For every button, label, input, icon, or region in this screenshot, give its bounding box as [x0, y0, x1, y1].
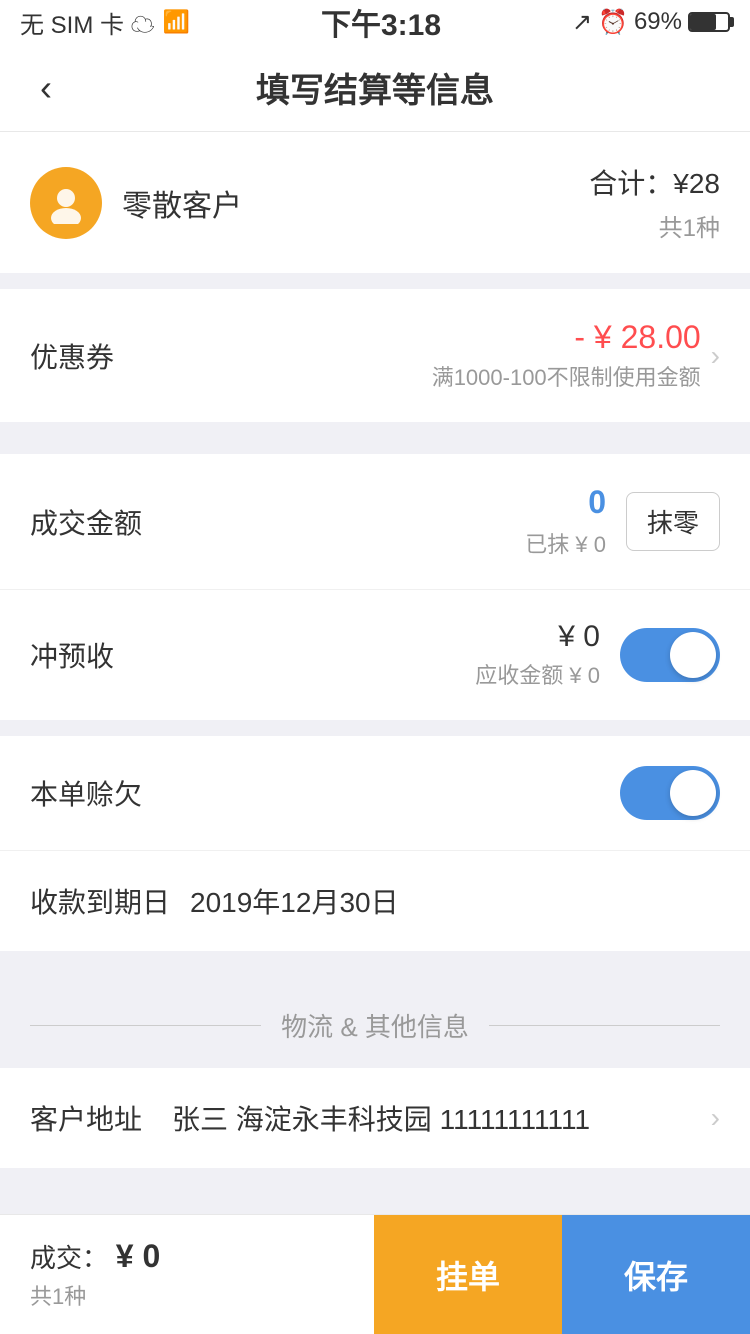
- bottom-left: 成交： ¥ 0 共1种: [0, 1238, 374, 1311]
- customer-total: 合计：¥28: [589, 162, 720, 202]
- bottom-deal-row: 成交： ¥ 0: [30, 1238, 344, 1275]
- due-date-value: 2019年12月30日: [190, 881, 399, 921]
- due-date-label: 收款到期日: [30, 881, 170, 921]
- divider-3: [0, 951, 750, 967]
- address-value: 张三 海淀永丰科技园 11111111111: [172, 1098, 711, 1138]
- chevron-right-icon: ›: [711, 340, 720, 372]
- nav-title: 填写结算等信息: [256, 63, 494, 112]
- amount-label: 成交金额: [30, 502, 142, 542]
- logistics-line-left: [30, 1025, 261, 1026]
- round-zero-button[interactable]: 抹零: [626, 492, 720, 551]
- logistics-header: 物流 & 其他信息: [0, 983, 750, 1068]
- status-left: 无 SIM 卡 ☁ 📶: [20, 5, 190, 40]
- customer-row: 零散客户 合计：¥28 共1种: [0, 132, 750, 273]
- amount-value: 0: [525, 484, 606, 521]
- bottom-count: 共1种: [30, 1279, 344, 1311]
- debt-toggle-knob: [670, 770, 716, 816]
- amount-right: 0 已抹 ¥ 0 抹零: [525, 484, 720, 559]
- battery-icon: [688, 12, 730, 32]
- wifi-icon: 📶: [163, 9, 190, 35]
- prepay-amount-wrapper: ¥ 0 应收金额 ¥ 0: [475, 620, 600, 690]
- coupon-row[interactable]: 优惠券 - ¥ 28.00 满1000-100不限制使用金额 ›: [0, 289, 750, 422]
- amount-deducted: 已抹 ¥ 0: [525, 527, 606, 559]
- alarm-icon: ⏰: [598, 8, 628, 37]
- amount-row: 成交金额 0 已抹 ¥ 0 抹零: [0, 454, 750, 590]
- due-date-row: 收款到期日 2019年12月30日: [0, 851, 750, 951]
- divider-2: [0, 720, 750, 736]
- coupon-info: - ¥ 28.00 满1000-100不限制使用金额: [432, 319, 701, 392]
- prepay-amount: ¥ 0: [475, 620, 600, 654]
- coupon-discount: - ¥ 28.00: [432, 319, 701, 356]
- back-button[interactable]: ‹: [30, 57, 62, 119]
- status-time: 下午3:18: [321, 0, 441, 44]
- customer-left: 零散客户: [30, 167, 242, 239]
- nav-bar: ‹ 填写结算等信息: [0, 44, 750, 132]
- customer-count: 共1种: [589, 208, 720, 243]
- address-label: 客户地址: [30, 1098, 142, 1138]
- amount-value-wrapper: 0 已抹 ¥ 0: [525, 484, 606, 559]
- amount-section: 成交金额 0 已抹 ¥ 0 抹零: [0, 454, 750, 590]
- address-chevron-icon: ›: [711, 1102, 720, 1134]
- divider-1: [0, 438, 750, 454]
- prepay-toggle[interactable]: [620, 628, 720, 682]
- logistics-section: 物流 & 其他信息: [0, 983, 750, 1068]
- prepay-label: 冲预收: [30, 635, 114, 675]
- customer-name: 零散客户: [122, 181, 242, 225]
- location-icon: ↗: [572, 8, 592, 37]
- debt-toggle[interactable]: [620, 766, 720, 820]
- status-bar: 无 SIM 卡 ☁ 📶 下午3:18 ↗ ⏰ 69%: [0, 0, 750, 44]
- logistics-line-right: [489, 1025, 720, 1026]
- coupon-desc: 满1000-100不限制使用金额: [432, 360, 701, 392]
- content: 零散客户 合计：¥28 共1种 优惠券 - ¥ 28.00 满1000-100不…: [0, 132, 750, 1304]
- prepay-row: 冲预收 ¥ 0 应收金额 ¥ 0: [0, 590, 750, 720]
- debt-label: 本单赊欠: [30, 773, 142, 813]
- prepay-right: ¥ 0 应收金额 ¥ 0: [475, 620, 720, 690]
- toggle-knob: [670, 632, 716, 678]
- coupon-right: - ¥ 28.00 满1000-100不限制使用金额 ›: [432, 319, 720, 392]
- bottom-deal-amount: ¥ 0: [116, 1238, 160, 1274]
- hold-button[interactable]: 挂单: [374, 1215, 562, 1334]
- bottom-bar: 成交： ¥ 0 共1种 挂单 保存: [0, 1214, 750, 1334]
- battery-percent: 69%: [634, 8, 682, 36]
- bottom-deal-label: 成交：: [30, 1243, 108, 1273]
- save-button[interactable]: 保存: [562, 1215, 750, 1334]
- debt-row: 本单赊欠: [0, 736, 750, 851]
- logistics-title: 物流 & 其他信息: [261, 1007, 489, 1044]
- status-right: ↗ ⏰ 69%: [572, 8, 730, 37]
- no-sim-label: 无 SIM 卡 ☁: [20, 5, 155, 40]
- debt-section: 本单赊欠 收款到期日 2019年12月30日: [0, 736, 750, 951]
- address-row[interactable]: 客户地址 张三 海淀永丰科技园 11111111111 ›: [0, 1068, 750, 1168]
- coupon-label: 优惠券: [30, 336, 114, 376]
- customer-right: 合计：¥28 共1种: [589, 162, 720, 243]
- prepay-receivable: 应收金额 ¥ 0: [475, 658, 600, 690]
- customer-avatar: [30, 167, 102, 239]
